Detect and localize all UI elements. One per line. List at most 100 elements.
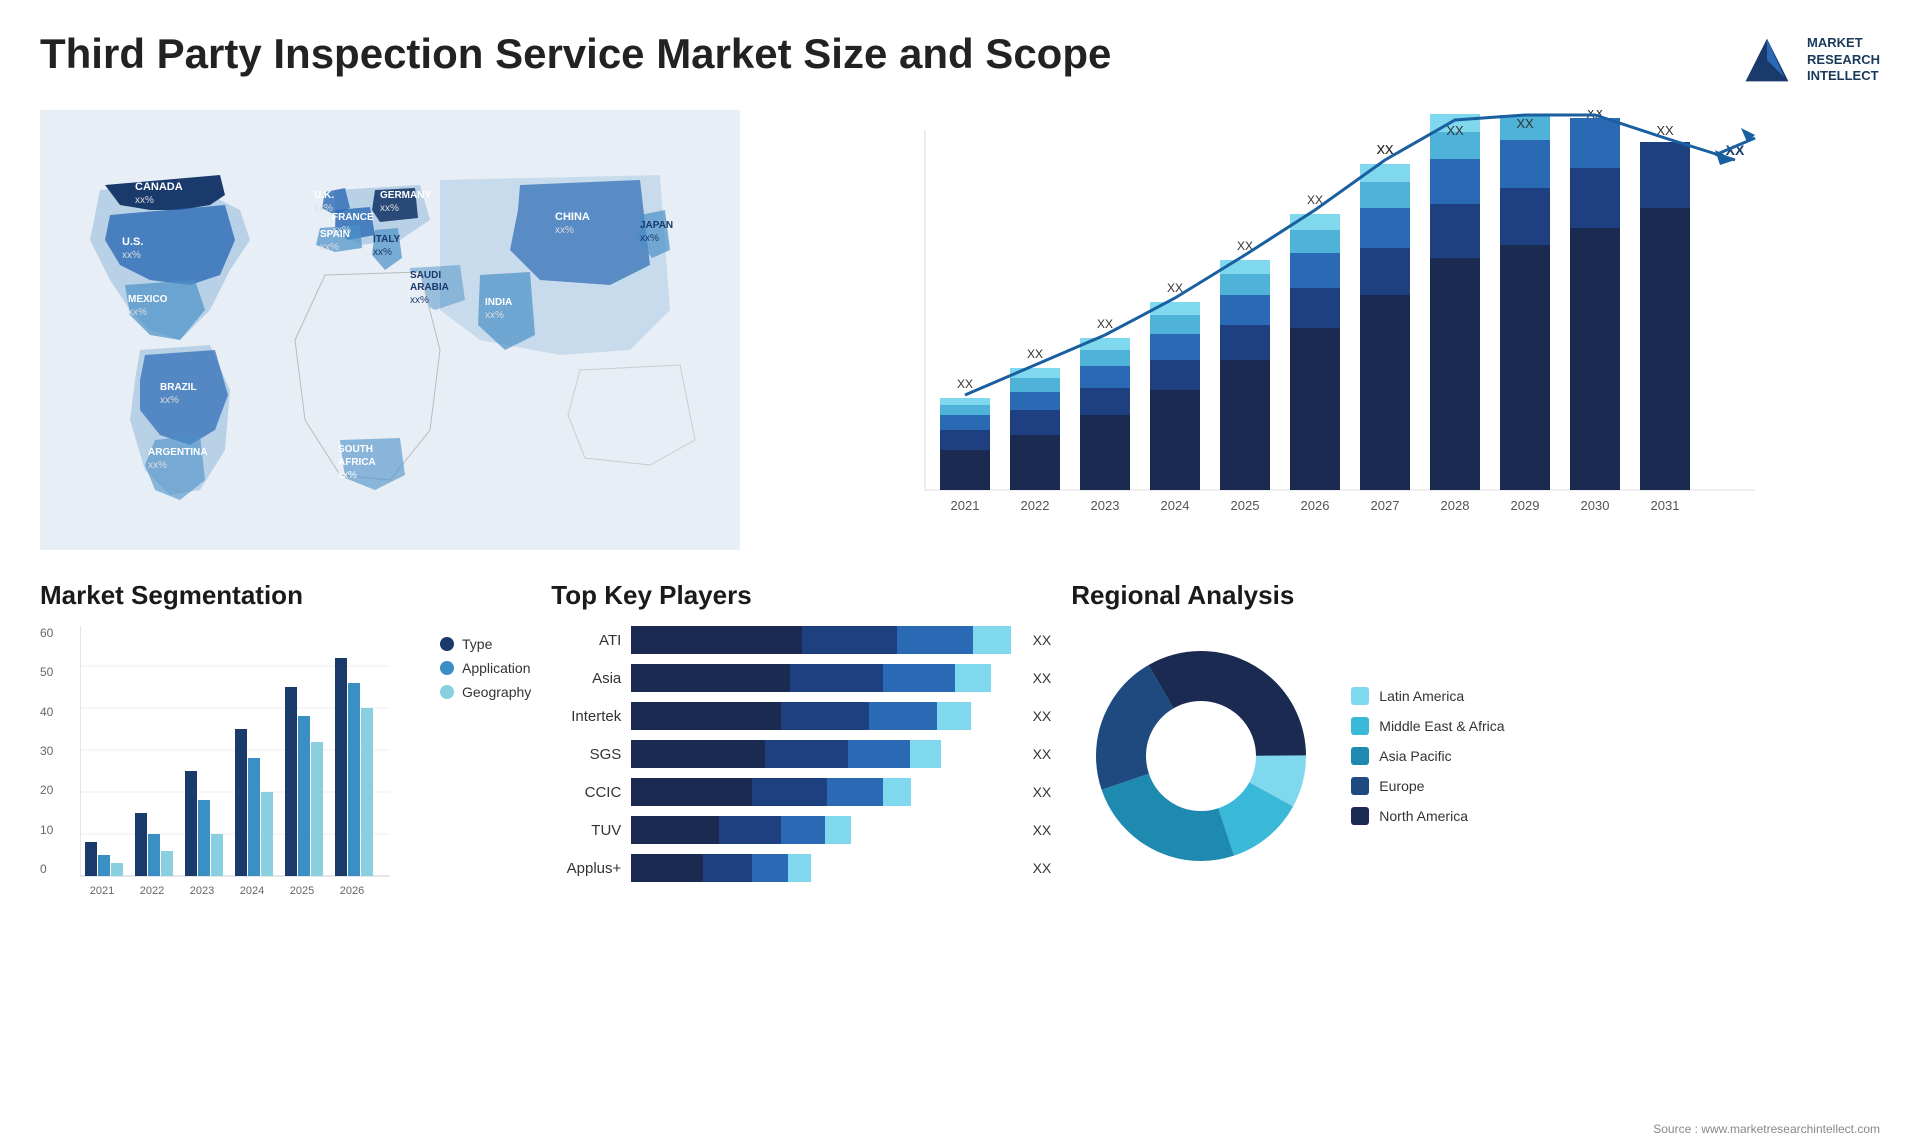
- player-bar-asia: [631, 664, 1014, 692]
- legend-dot-type: [440, 637, 454, 651]
- player-name-ati: ATI: [551, 632, 621, 649]
- svg-text:GERMANY: GERMANY: [380, 190, 431, 201]
- legend-europe: Europe: [1351, 777, 1504, 795]
- legend-geography: Geography: [440, 684, 531, 700]
- player-value-tuv: XX: [1033, 822, 1052, 838]
- svg-text:2023: 2023: [1091, 498, 1120, 513]
- legend-label-app: Application: [462, 660, 531, 676]
- svg-text:2027: 2027: [1371, 498, 1400, 513]
- svg-text:xx%: xx%: [135, 195, 154, 206]
- donut-wrapper: [1071, 626, 1331, 886]
- legend-label-type: Type: [462, 636, 492, 652]
- page-title: Third Party Inspection Service Market Si…: [40, 30, 1111, 78]
- player-bar-intertek: [631, 702, 1014, 730]
- player-value-sgs: XX: [1033, 746, 1052, 762]
- svg-text:JAPAN: JAPAN: [640, 220, 673, 231]
- player-bar-tuv: [631, 816, 1014, 844]
- player-name-sgs: SGS: [551, 746, 621, 763]
- players-title: Top Key Players: [551, 580, 1051, 611]
- legend-label-mea: Middle East & Africa: [1379, 718, 1504, 734]
- svg-text:xx%: xx%: [640, 233, 659, 244]
- legend-color-latin: [1351, 687, 1369, 705]
- donut-svg: [1071, 626, 1331, 886]
- bar-and-legend: 0 10 20 30 40 50 60: [40, 626, 531, 901]
- player-ccic: CCIC XX: [551, 778, 1051, 806]
- svg-text:xx%: xx%: [148, 460, 167, 471]
- page: Third Party Inspection Service Market Si…: [0, 0, 1920, 1146]
- player-bar-applus: [631, 854, 1014, 882]
- player-bar-ati: [631, 626, 1014, 654]
- svg-text:2031: 2031: [1651, 498, 1680, 513]
- svg-text:xx%: xx%: [373, 247, 392, 258]
- svg-text:U.S.: U.S.: [122, 236, 143, 248]
- svg-text:XX: XX: [1027, 347, 1043, 361]
- segmentation-title: Market Segmentation: [40, 580, 531, 611]
- header: Third Party Inspection Service Market Si…: [40, 30, 1880, 90]
- svg-text:FRANCE: FRANCE: [332, 212, 374, 223]
- growth-chart-wrapper: XX XX XX: [770, 110, 1880, 550]
- svg-text:BRAZIL: BRAZIL: [160, 382, 197, 393]
- player-value-ati: XX: [1033, 632, 1052, 648]
- legend-dot-app: [440, 661, 454, 675]
- svg-text:xx%: xx%: [128, 307, 147, 318]
- svg-text:INDIA: INDIA: [485, 297, 512, 308]
- player-sgs: SGS XX: [551, 740, 1051, 768]
- svg-text:xx%: xx%: [410, 295, 429, 306]
- player-bar-sgs: [631, 740, 1014, 768]
- svg-text:xx%: xx%: [320, 242, 339, 253]
- svg-text:CHINA: CHINA: [555, 211, 590, 223]
- legend-color-apac: [1351, 747, 1369, 765]
- player-applus: Applus+ XX: [551, 854, 1051, 882]
- legend-asia-pacific: Asia Pacific: [1351, 747, 1504, 765]
- svg-text:XX: XX: [1516, 116, 1534, 131]
- logo: MARKET RESEARCH INTELLECT: [1737, 30, 1880, 90]
- player-intertek: Intertek XX: [551, 702, 1051, 730]
- players-list: ATI XX Asia: [551, 626, 1051, 882]
- svg-text:xx%: xx%: [485, 310, 504, 321]
- svg-text:ARGENTINA: ARGENTINA: [148, 447, 207, 458]
- svg-text:2026: 2026: [1301, 498, 1330, 513]
- legend-color-na: [1351, 807, 1369, 825]
- legend-dot-geo: [440, 685, 454, 699]
- legend-north-america: North America: [1351, 807, 1504, 825]
- svg-text:2024: 2024: [240, 885, 264, 896]
- svg-text:xx%: xx%: [338, 470, 357, 481]
- seg-chart-wrapper: 0 10 20 30 40 50 60: [40, 626, 400, 901]
- legend-label-na: North America: [1379, 808, 1468, 824]
- svg-text:xx%: xx%: [160, 395, 179, 406]
- svg-text:ITALY: ITALY: [373, 234, 401, 245]
- map-section: CANADA xx% U.S. xx% MEXICO xx% BRAZIL xx…: [40, 110, 740, 550]
- seg-legend: Type Application Geography: [440, 636, 531, 700]
- svg-text:2023: 2023: [190, 885, 214, 896]
- svg-text:xx%: xx%: [380, 203, 399, 214]
- player-value-applus: XX: [1033, 860, 1052, 876]
- player-name-tuv: TUV: [551, 822, 621, 839]
- regional-section: Regional Analysis: [1071, 580, 1880, 901]
- svg-text:xx%: xx%: [314, 203, 333, 214]
- svg-text:XX: XX: [957, 377, 973, 391]
- world-map-svg: CANADA xx% U.S. xx% MEXICO xx% BRAZIL xx…: [40, 110, 740, 550]
- svg-text:SPAIN: SPAIN: [320, 229, 350, 240]
- svg-text:XX: XX: [1446, 123, 1464, 138]
- y-axis: 0 10 20 30 40 50 60: [40, 626, 53, 876]
- logo-text: MARKET RESEARCH INTELLECT: [1807, 35, 1880, 86]
- svg-text:XX: XX: [1447, 110, 1463, 113]
- seg-svg: 2021 2022 2023 2024 2025 2026: [80, 626, 400, 896]
- legend-label-latin: Latin America: [1379, 688, 1464, 704]
- regional-title: Regional Analysis: [1071, 580, 1880, 611]
- legend-color-mea: [1351, 717, 1369, 735]
- legend-label-europe: Europe: [1379, 778, 1424, 794]
- svg-text:CANADA: CANADA: [135, 181, 183, 193]
- player-name-applus: Applus+: [551, 860, 621, 877]
- player-name-asia: Asia: [551, 670, 621, 687]
- svg-text:U.K.: U.K.: [314, 190, 334, 201]
- player-ati: ATI XX: [551, 626, 1051, 654]
- svg-text:SOUTH: SOUTH: [338, 444, 373, 455]
- svg-text:ARABIA: ARABIA: [410, 282, 449, 293]
- svg-text:2030: 2030: [1581, 498, 1610, 513]
- svg-text:2028: 2028: [1441, 498, 1470, 513]
- svg-text:MEXICO: MEXICO: [128, 294, 168, 305]
- growth-chart-section: XX XX XX: [770, 110, 1880, 550]
- legend-latin-america: Latin America: [1351, 687, 1504, 705]
- player-name-ccic: CCIC: [551, 784, 621, 801]
